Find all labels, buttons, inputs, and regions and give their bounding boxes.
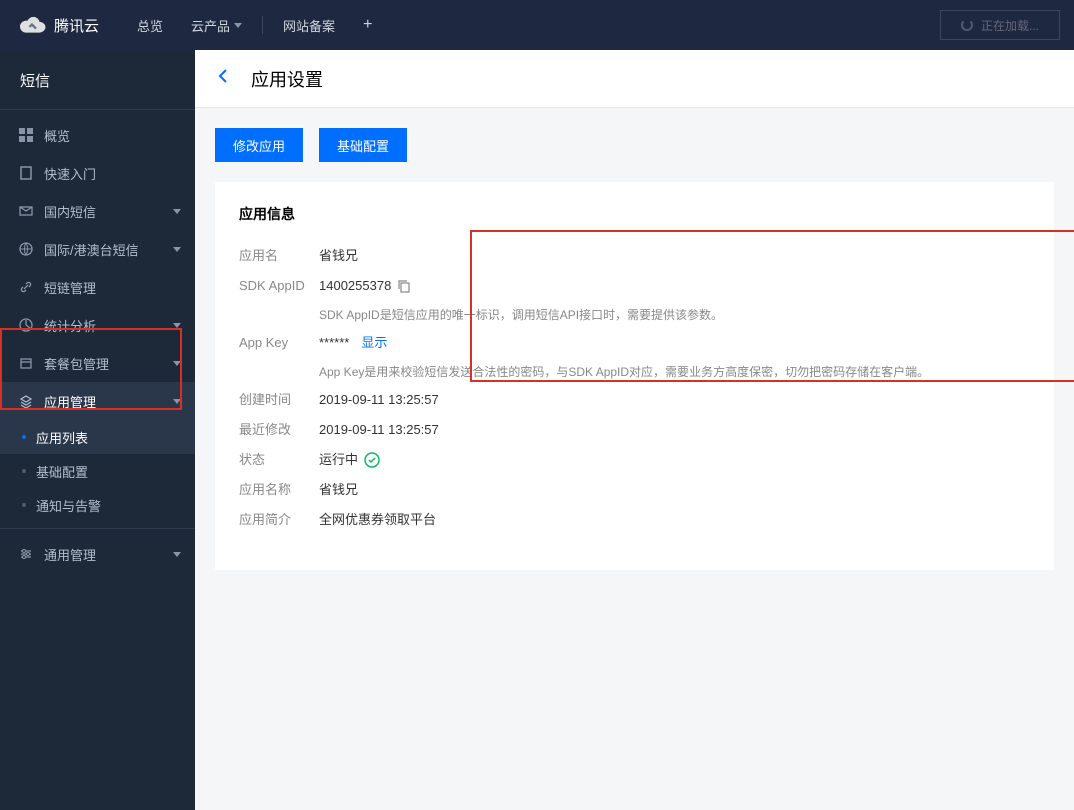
chevron-down-icon <box>173 361 181 366</box>
action-buttons: 修改应用 基础配置 <box>215 128 1054 162</box>
sidebar-item-package[interactable]: 套餐包管理 <box>0 344 195 382</box>
check-circle-icon <box>364 452 380 468</box>
grid-icon <box>18 127 34 143</box>
cloud-icon <box>20 14 46 36</box>
sidebar-item-label: 国际/港澳台短信 <box>44 240 139 259</box>
row-app-name-top: 应用名 省钱兄 <box>239 246 1030 266</box>
sidebar-item-intl-sms[interactable]: 国际/港澳台短信 <box>0 230 195 268</box>
globe-icon <box>18 241 34 257</box>
sidebar-title: 短信 <box>0 50 195 109</box>
nav-overview[interactable]: 总览 <box>123 16 177 35</box>
page-title: 应用设置 <box>251 66 323 92</box>
sidebar-item-domestic-sms[interactable]: 国内短信 <box>0 192 195 230</box>
brand-logo[interactable]: 腾讯云 <box>20 14 99 36</box>
sidebar-sub-alert[interactable]: 通知与告警 <box>0 488 195 522</box>
sidebar-sub-label: 应用列表 <box>36 428 88 447</box>
sidebar-item-stats[interactable]: 统计分析 <box>0 306 195 344</box>
value: ****** 显示 <box>319 333 387 353</box>
chart-icon <box>18 317 34 333</box>
row-create-time: 创建时间 2019-09-11 13:25:57 <box>239 390 1030 410</box>
add-tab-button[interactable]: + <box>349 16 386 34</box>
label: 应用名称 <box>239 480 319 500</box>
panel-title: 应用信息 <box>239 204 1030 224</box>
main-content: 应用设置 修改应用 基础配置 应用信息 应用名 省钱兄 SDK AppID 14… <box>195 50 1074 810</box>
sidebar-item-general[interactable]: 通用管理 <box>0 535 195 573</box>
spinner-icon <box>961 19 973 31</box>
value: 省钱兄 <box>319 246 358 266</box>
sidebar-item-label: 概览 <box>44 126 70 145</box>
bullet-icon <box>22 469 26 473</box>
brand-text: 腾讯云 <box>54 15 99 36</box>
sidebar-sub-label: 基础配置 <box>36 462 88 481</box>
row-mod-time: 最近修改 2019-09-11 13:25:57 <box>239 420 1030 440</box>
row-app-name: 应用名称 省钱兄 <box>239 480 1030 500</box>
label: 应用名 <box>239 246 319 266</box>
appkey-note: App Key是用来校验短信发送合法性的密码，与SDK AppID对应，需要业务… <box>319 363 1030 380</box>
sidebar-item-label: 国内短信 <box>44 202 96 221</box>
sidebar-item-label: 统计分析 <box>44 316 96 335</box>
nav-products[interactable]: 云产品 <box>177 16 256 35</box>
value: 2019-09-11 13:25:57 <box>319 390 439 410</box>
sidebar-item-label: 套餐包管理 <box>44 354 109 373</box>
label: SDK AppID <box>239 276 319 296</box>
bullet-icon <box>22 503 26 507</box>
chevron-down-icon <box>234 23 242 28</box>
sidebar-item-label: 应用管理 <box>44 392 96 411</box>
label: 应用简介 <box>239 510 319 530</box>
row-status: 状态 运行中 <box>239 450 1030 470</box>
sidebar-item-label: 短链管理 <box>44 278 96 297</box>
sliders-icon <box>18 546 34 562</box>
sidebar: 短信 概览 快速入门 国内短信 国际/港澳台短信 短链管理 统计分析 <box>0 50 195 810</box>
value: 2019-09-11 13:25:57 <box>319 420 439 440</box>
chevron-down-icon <box>173 209 181 214</box>
sidebar-item-label: 快速入门 <box>44 164 96 183</box>
value: 1400255378 <box>319 276 411 296</box>
app-info-panel: 应用信息 应用名 省钱兄 SDK AppID 1400255378 SDK Ap… <box>215 182 1054 570</box>
label: 状态 <box>239 450 319 470</box>
sidebar-item-label: 通用管理 <box>44 545 96 564</box>
sidebar-item-shortlink[interactable]: 短链管理 <box>0 268 195 306</box>
sidebar-sub-label: 通知与告警 <box>36 496 101 515</box>
topbar: 腾讯云 总览 云产品 网站备案 + 正在加载... <box>0 0 1074 50</box>
label: App Key <box>239 333 319 353</box>
sdk-note: SDK AppID是短信应用的唯一标识，调用短信API接口时，需要提供该参数。 <box>319 306 1030 323</box>
chevron-down-icon <box>173 247 181 252</box>
back-arrow-icon[interactable] <box>215 67 233 90</box>
show-key-link[interactable]: 显示 <box>361 333 387 353</box>
sidebar-item-quickstart[interactable]: 快速入门 <box>0 154 195 192</box>
sidebar-sub-basic-config[interactable]: 基础配置 <box>0 454 195 488</box>
divider <box>262 16 263 34</box>
sidebar-item-app-manage[interactable]: 应用管理 <box>0 382 195 420</box>
nav-beian[interactable]: 网站备案 <box>269 16 349 35</box>
link-icon <box>18 279 34 295</box>
copy-icon[interactable] <box>397 279 411 293</box>
chevron-down-icon <box>173 552 181 557</box>
stack-icon <box>18 393 34 409</box>
package-icon <box>18 355 34 371</box>
value: 全网优惠券领取平台 <box>319 510 436 530</box>
sidebar-sub-app-list[interactable]: 应用列表 <box>0 420 195 454</box>
label: 创建时间 <box>239 390 319 410</box>
row-app-desc: 应用简介 全网优惠券领取平台 <box>239 510 1030 530</box>
chevron-down-icon <box>173 323 181 328</box>
loading-text: 正在加载... <box>981 17 1039 34</box>
row-app-key: App Key ****** 显示 <box>239 333 1030 353</box>
sidebar-item-overview[interactable]: 概览 <box>0 116 195 154</box>
label: 最近修改 <box>239 420 319 440</box>
status-badge: 运行中 <box>319 450 380 470</box>
chevron-down-icon <box>173 399 181 404</box>
mail-icon <box>18 203 34 219</box>
doc-icon <box>18 165 34 181</box>
value: 省钱兄 <box>319 480 358 500</box>
row-sdk-appid: SDK AppID 1400255378 <box>239 276 1030 296</box>
bullet-icon <box>22 435 26 439</box>
content-header: 应用设置 <box>195 50 1074 108</box>
edit-app-button[interactable]: 修改应用 <box>215 128 303 162</box>
basic-config-button[interactable]: 基础配置 <box>319 128 407 162</box>
loading-indicator: 正在加载... <box>940 10 1060 40</box>
